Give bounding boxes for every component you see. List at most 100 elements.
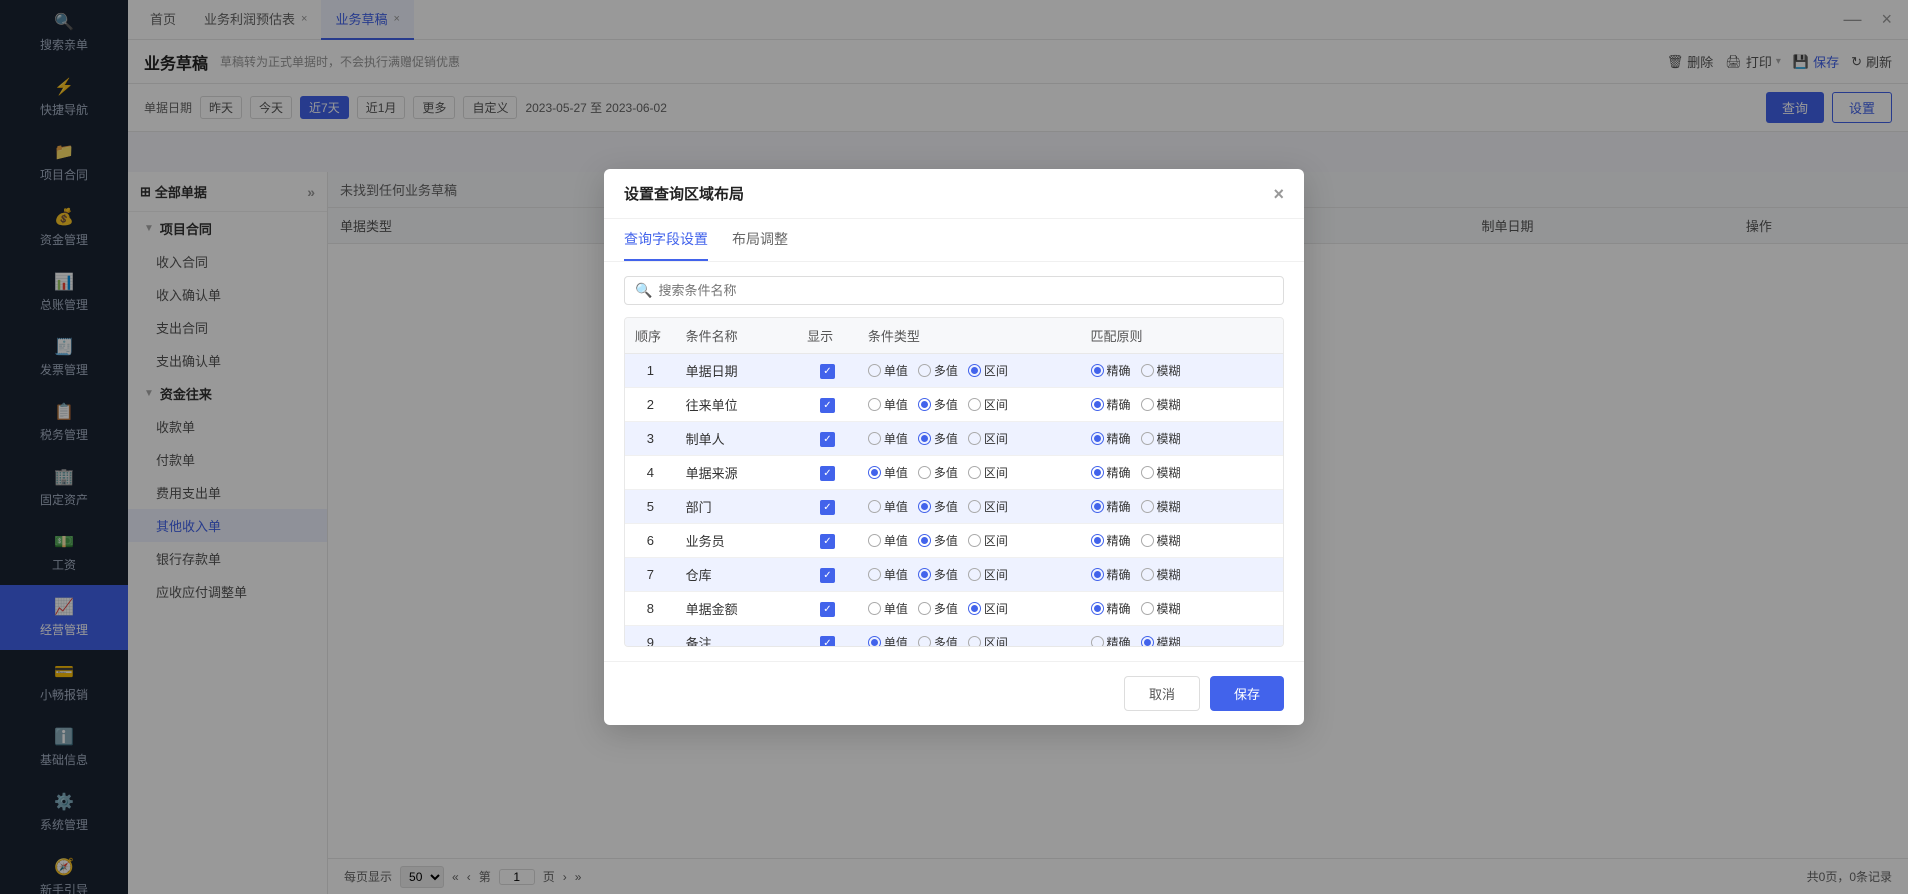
match-radio-match_exact[interactable]: 精确 [1091,498,1131,515]
show-checkbox[interactable]: ✓ [820,500,835,515]
dialog-title: 设置查询区域布局 [624,183,744,204]
cell-match[interactable]: 精确模糊 [1081,626,1283,648]
show-checkbox[interactable]: ✓ [820,432,835,447]
type-radio-type_multi[interactable]: 多值 [918,532,958,549]
cell-order: 9 [625,626,676,648]
type-radio-type_single[interactable]: 单值 [868,600,908,617]
show-checkbox[interactable]: ✓ [820,466,835,481]
match-radio-match_fuzzy[interactable]: 模糊 [1141,362,1181,379]
type-radio-group: 单值多值区间 [868,464,1071,481]
radio-circle [1141,432,1154,445]
type-radio-group: 单值多值区间 [868,532,1071,549]
type-radio-type_multi[interactable]: 多值 [918,464,958,481]
match-radio-match_exact[interactable]: 精确 [1091,430,1131,447]
match-radio-match_fuzzy[interactable]: 模糊 [1141,430,1181,447]
cell-type[interactable]: 单值多值区间 [858,524,1081,558]
cell-match[interactable]: 精确模糊 [1081,524,1283,558]
cell-match[interactable]: 精确模糊 [1081,388,1283,422]
match-radio-match_exact[interactable]: 精确 [1091,634,1131,647]
type-radio-type_single[interactable]: 单值 [868,634,908,647]
type-radio-type_single[interactable]: 单值 [868,362,908,379]
show-checkbox[interactable]: ✓ [820,364,835,379]
type-radio-type_range[interactable]: 区间 [968,532,1008,549]
type-radio-type_single[interactable]: 单值 [868,566,908,583]
cell-match[interactable]: 精确模糊 [1081,422,1283,456]
type-radio-type_range[interactable]: 区间 [968,498,1008,515]
cell-match[interactable]: 精确模糊 [1081,490,1283,524]
match-radio-match_exact[interactable]: 精确 [1091,566,1131,583]
type-radio-type_single[interactable]: 单值 [868,532,908,549]
type-radio-type_range[interactable]: 区间 [968,566,1008,583]
type-radio-type_multi[interactable]: 多值 [918,566,958,583]
cell-show[interactable]: ✓ [797,388,858,422]
match-radio-match_exact[interactable]: 精确 [1091,464,1131,481]
type-radio-type_range[interactable]: 区间 [968,396,1008,413]
condition-search-input[interactable] [658,283,1273,298]
type-radio-type_multi[interactable]: 多值 [918,600,958,617]
type-radio-type_multi[interactable]: 多值 [918,498,958,515]
match-radio-match_exact[interactable]: 精确 [1091,600,1131,617]
type-radio-group: 单值多值区间 [868,430,1071,447]
tab-query-fields[interactable]: 查询字段设置 [624,219,708,261]
cell-show[interactable]: ✓ [797,422,858,456]
type-radio-type_multi[interactable]: 多值 [918,396,958,413]
type-radio-type_multi[interactable]: 多值 [918,362,958,379]
match-radio-match_fuzzy[interactable]: 模糊 [1141,600,1181,617]
cell-name: 仓库 [676,558,797,592]
cell-show[interactable]: ✓ [797,558,858,592]
cancel-button[interactable]: 取消 [1124,676,1200,711]
show-checkbox[interactable]: ✓ [820,602,835,617]
save-dialog-button[interactable]: 保存 [1210,676,1284,711]
cell-show[interactable]: ✓ [797,524,858,558]
radio-circle [968,398,981,411]
type-radio-type_multi[interactable]: 多值 [918,430,958,447]
show-checkbox[interactable]: ✓ [820,534,835,549]
match-radio-match_fuzzy[interactable]: 模糊 [1141,532,1181,549]
cell-show[interactable]: ✓ [797,490,858,524]
cell-type[interactable]: 单值多值区间 [858,490,1081,524]
tab-layout[interactable]: 布局调整 [732,219,788,261]
match-radio-match_fuzzy[interactable]: 模糊 [1141,498,1181,515]
cell-type[interactable]: 单值多值区间 [858,626,1081,648]
cell-show[interactable]: ✓ [797,354,858,388]
type-radio-type_range[interactable]: 区间 [968,600,1008,617]
cell-match[interactable]: 精确模糊 [1081,354,1283,388]
match-radio-match_exact[interactable]: 精确 [1091,362,1131,379]
radio-circle [968,534,981,547]
cell-type[interactable]: 单值多值区间 [858,592,1081,626]
settings-row: 3制单人✓单值多值区间精确模糊 [625,422,1283,456]
cell-show[interactable]: ✓ [797,456,858,490]
type-radio-type_range[interactable]: 区间 [968,362,1008,379]
cell-type[interactable]: 单值多值区间 [858,456,1081,490]
type-radio-type_single[interactable]: 单值 [868,498,908,515]
type-radio-type_range[interactable]: 区间 [968,430,1008,447]
show-checkbox[interactable]: ✓ [820,568,835,583]
dialog-close-button[interactable]: × [1273,185,1284,203]
cell-show[interactable]: ✓ [797,626,858,648]
match-radio-match_fuzzy[interactable]: 模糊 [1141,566,1181,583]
type-radio-type_single[interactable]: 单值 [868,464,908,481]
cell-match[interactable]: 精确模糊 [1081,592,1283,626]
type-radio-type_single[interactable]: 单值 [868,396,908,413]
match-radio-match_exact[interactable]: 精确 [1091,532,1131,549]
cell-name: 单据金额 [676,592,797,626]
match-radio-match_fuzzy[interactable]: 模糊 [1141,396,1181,413]
type-radio-type_range[interactable]: 区间 [968,634,1008,647]
cell-match[interactable]: 精确模糊 [1081,456,1283,490]
type-radio-type_single[interactable]: 单值 [868,430,908,447]
show-checkbox[interactable]: ✓ [820,636,835,647]
match-radio-match_fuzzy[interactable]: 模糊 [1141,464,1181,481]
cell-match[interactable]: 精确模糊 [1081,558,1283,592]
cell-show[interactable]: ✓ [797,592,858,626]
show-checkbox[interactable]: ✓ [820,398,835,413]
cell-type[interactable]: 单值多值区间 [858,558,1081,592]
type-radio-type_range[interactable]: 区间 [968,464,1008,481]
match-radio-match_exact[interactable]: 精确 [1091,396,1131,413]
cell-order: 5 [625,490,676,524]
cell-type[interactable]: 单值多值区间 [858,422,1081,456]
match-radio-match_fuzzy[interactable]: 模糊 [1141,634,1181,647]
dialog-header: 设置查询区域布局 × [604,169,1304,219]
cell-type[interactable]: 单值多值区间 [858,354,1081,388]
type-radio-type_multi[interactable]: 多值 [918,634,958,647]
cell-type[interactable]: 单值多值区间 [858,388,1081,422]
